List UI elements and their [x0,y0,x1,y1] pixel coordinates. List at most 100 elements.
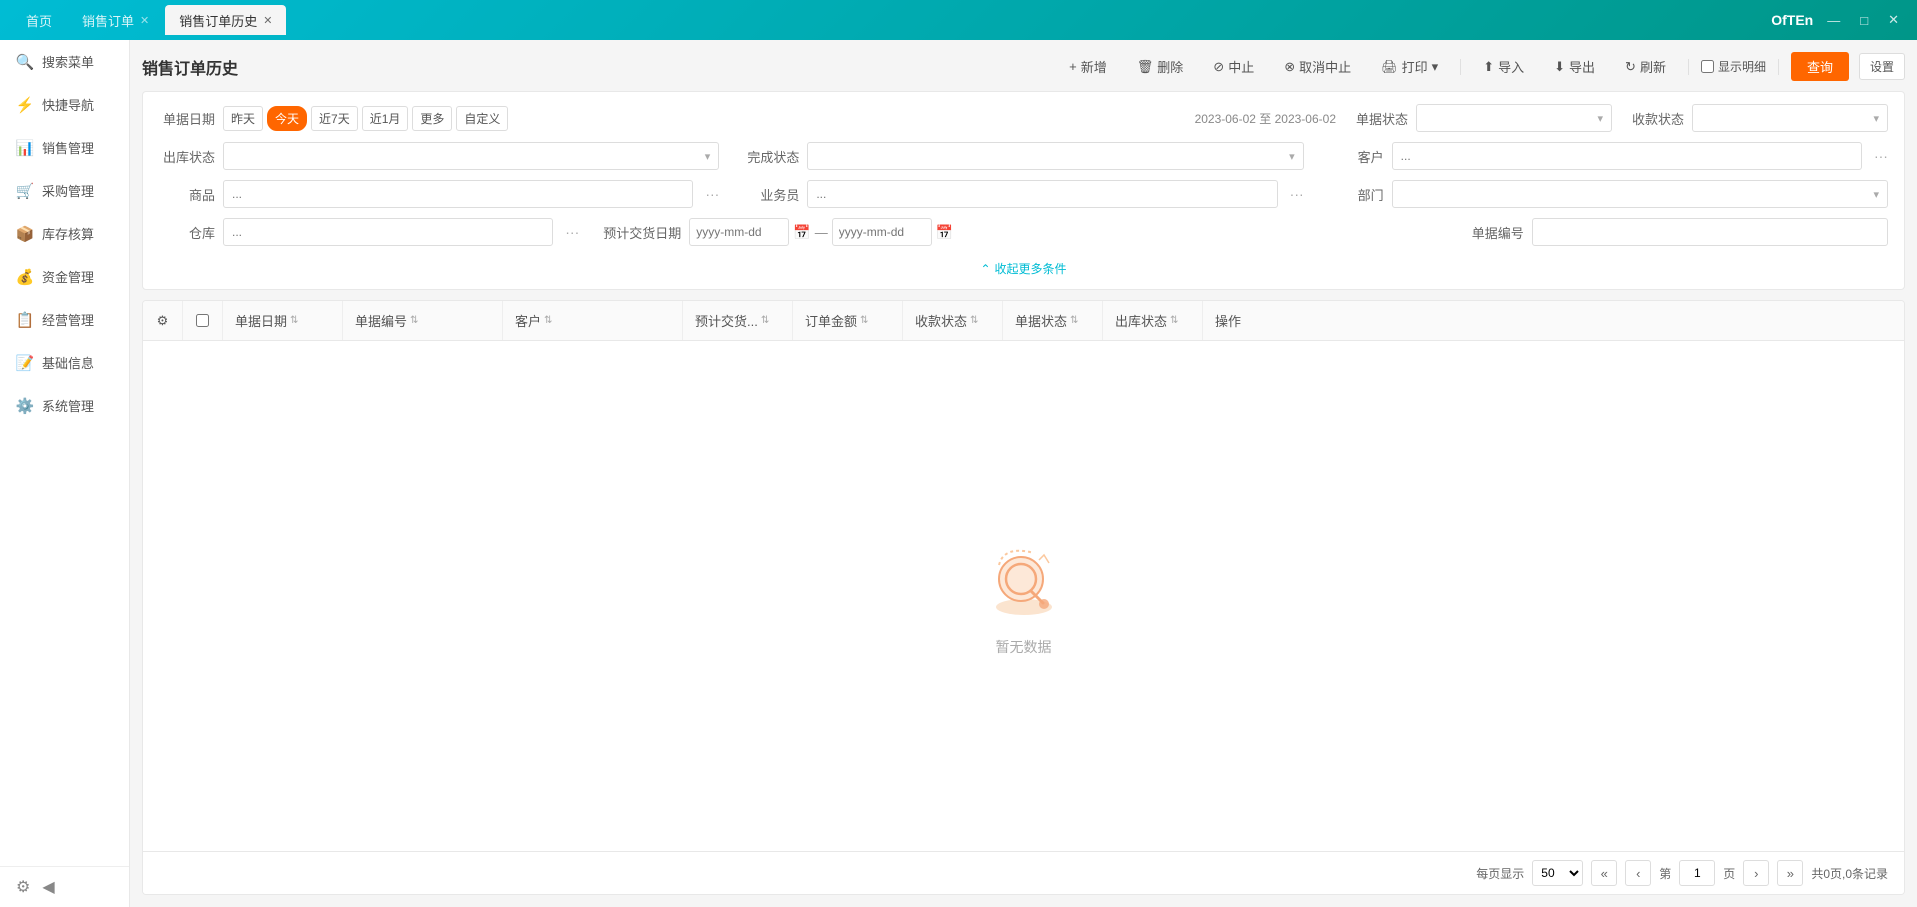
last-page-btn[interactable]: » [1777,860,1803,886]
tab-sales-order[interactable]: 销售订单 ✕ [68,5,163,35]
warehouse-input[interactable] [223,218,553,246]
warehouse-dots[interactable]: ··· [565,224,579,240]
print-icon: 🖨 [1381,59,1398,75]
sidebar-item-sales-mgmt[interactable]: 📊 销售管理 [0,126,129,169]
delete-button[interactable]: 🗑 删除 [1127,52,1194,81]
search-menu-icon: 🔍 [16,53,34,71]
table-header: ⚙ 单据日期 ⇅ 单据编号 ⇅ 客户 ⇅ [143,301,1904,341]
export-button[interactable]: ⬇ 导出 [1544,52,1605,81]
th-pay-status-sort[interactable]: ⇅ [970,315,978,326]
import-button[interactable]: ⬆ 导入 [1473,52,1534,81]
delivery-date-end[interactable] [832,218,932,246]
th-delivery-sort[interactable]: ⇅ [761,315,769,326]
th-number-label: 单据编号 [355,311,407,330]
tab-sales-order-history-close[interactable]: ✕ [263,14,272,27]
sidebar-item-system[interactable]: ⚙️ 系统管理 [0,384,129,427]
sidebar-label-basic-info: 基础信息 [42,353,94,372]
show-detail-checkbox[interactable] [1701,60,1714,73]
per-page-label: 每页显示 [1476,865,1524,882]
sidebar-item-operations[interactable]: 📋 经营管理 [0,298,129,341]
settings-button[interactable]: 设置 [1859,53,1905,80]
delivery-date-start[interactable] [689,218,789,246]
th-number[interactable]: 单据编号 ⇅ [343,301,503,340]
tab-sales-order-close[interactable]: ✕ [140,14,149,27]
date-btn-more[interactable]: 更多 [412,106,452,131]
date-btn-7days[interactable]: 近7天 [311,106,358,131]
th-date-sort[interactable]: ⇅ [290,315,298,326]
th-bill-status[interactable]: 单据状态 ⇅ [1003,301,1103,340]
th-delivery[interactable]: 预计交货... ⇅ [683,301,793,340]
refresh-button[interactable]: ↻ 刷新 [1615,52,1676,81]
date-btn-1month[interactable]: 近1月 [362,106,409,131]
tab-sales-order-history[interactable]: 销售订单历史 ✕ [165,5,286,35]
brand-label: OfTEn [1771,12,1813,28]
th-customer-sort[interactable]: ⇅ [544,315,552,326]
new-button[interactable]: + 新增 [1059,52,1117,81]
date-btn-yesterday[interactable]: 昨天 [223,106,263,131]
th-amount-sort[interactable]: ⇅ [860,315,868,326]
prev-page-btn[interactable]: ‹ [1625,860,1651,886]
per-page-select[interactable]: 10 20 50 100 [1532,860,1583,886]
th-date[interactable]: 单据日期 ⇅ [223,301,343,340]
sidebar-collapse-icon[interactable]: ◀ [42,877,54,897]
sidebar-item-inventory[interactable]: 📦 库存核算 [0,212,129,255]
department-select[interactable]: ▾ [1392,180,1888,208]
th-pay-status[interactable]: 收款状态 ⇅ [903,301,1003,340]
sidebar-label-purchase-mgmt: 采购管理 [42,181,94,200]
bill-status-select[interactable]: ▾ [1416,104,1612,132]
customer-dots[interactable]: ··· [1874,148,1888,164]
th-out-status[interactable]: 出库状态 ⇅ [1103,301,1203,340]
th-amount[interactable]: 订单金额 ⇅ [793,301,903,340]
print-arrow: ▾ [1432,59,1439,75]
maximize-btn[interactable]: □ [1854,11,1874,30]
out-status-select[interactable]: ▾ [223,142,719,170]
bill-number-input[interactable] [1532,218,1888,246]
filter-receive-status: 收款状态 ▾ [1628,104,1888,132]
cancel-stop-button[interactable]: ⊗ 取消中止 [1274,52,1361,81]
calendar-icon-start[interactable]: 📅 [793,224,810,241]
th-check[interactable] [183,301,223,340]
complete-status-select[interactable]: ▾ [807,142,1303,170]
stop-button[interactable]: ⊘ 中止 [1203,52,1264,81]
department-label: 部门 [1328,185,1384,204]
collapse-icon: ⌃ [980,262,990,276]
receive-status-select[interactable]: ▾ [1692,104,1888,132]
close-btn[interactable]: ✕ [1882,10,1905,30]
salesperson-dots[interactable]: ··· [1290,186,1304,202]
page-input[interactable] [1679,860,1715,886]
sidebar-settings-icon[interactable]: ⚙ [16,877,30,897]
customer-input[interactable] [1392,142,1862,170]
th-bill-status-sort[interactable]: ⇅ [1070,315,1078,326]
show-detail-label[interactable]: 显示明细 [1701,58,1766,75]
filter-bill-number: 单据编号 [1468,218,1888,246]
date-btn-today[interactable]: 今天 [267,106,307,131]
product-input[interactable] [223,180,693,208]
check-all-checkbox[interactable] [196,314,209,327]
next-page-btn[interactable]: › [1743,860,1769,886]
first-page-btn[interactable]: « [1591,860,1617,886]
th-settings[interactable]: ⚙ [143,301,183,340]
new-label: 新增 [1081,57,1107,76]
tab-home[interactable]: 首页 [12,5,66,35]
date-btn-custom[interactable]: 自定义 [456,106,508,131]
main-layout: 🔍 搜索菜单 ⚡ 快捷导航 📊 销售管理 🛒 采购管理 📦 库存核算 💰 资金管… [0,40,1917,907]
sidebar-item-search-menu[interactable]: 🔍 搜索菜单 [0,40,129,83]
th-out-status-sort[interactable]: ⇅ [1170,315,1178,326]
collapse-bar[interactable]: ⌃ 收起更多条件 [159,256,1888,277]
th-number-sort[interactable]: ⇅ [410,315,418,326]
salesperson-input[interactable] [807,180,1277,208]
sidebar-item-purchase-mgmt[interactable]: 🛒 采购管理 [0,169,129,212]
th-customer[interactable]: 客户 ⇅ [503,301,683,340]
th-out-status-label: 出库状态 [1115,311,1167,330]
sidebar-bottom: ⚙ ◀ [0,866,129,907]
empty-icon [979,535,1069,625]
sidebar-item-basic-info[interactable]: 📝 基础信息 [0,341,129,384]
product-dots[interactable]: ··· [705,186,719,202]
calendar-icon-end[interactable]: 📅 [936,224,953,241]
minimize-btn[interactable]: — [1821,11,1846,30]
sidebar-item-quick-nav[interactable]: ⚡ 快捷导航 [0,83,129,126]
date-dash: — [815,225,828,240]
print-button[interactable]: 🖨 打印 ▾ [1371,52,1448,81]
query-button[interactable]: 查询 [1791,52,1849,81]
sidebar-item-finance[interactable]: 💰 资金管理 [0,255,129,298]
